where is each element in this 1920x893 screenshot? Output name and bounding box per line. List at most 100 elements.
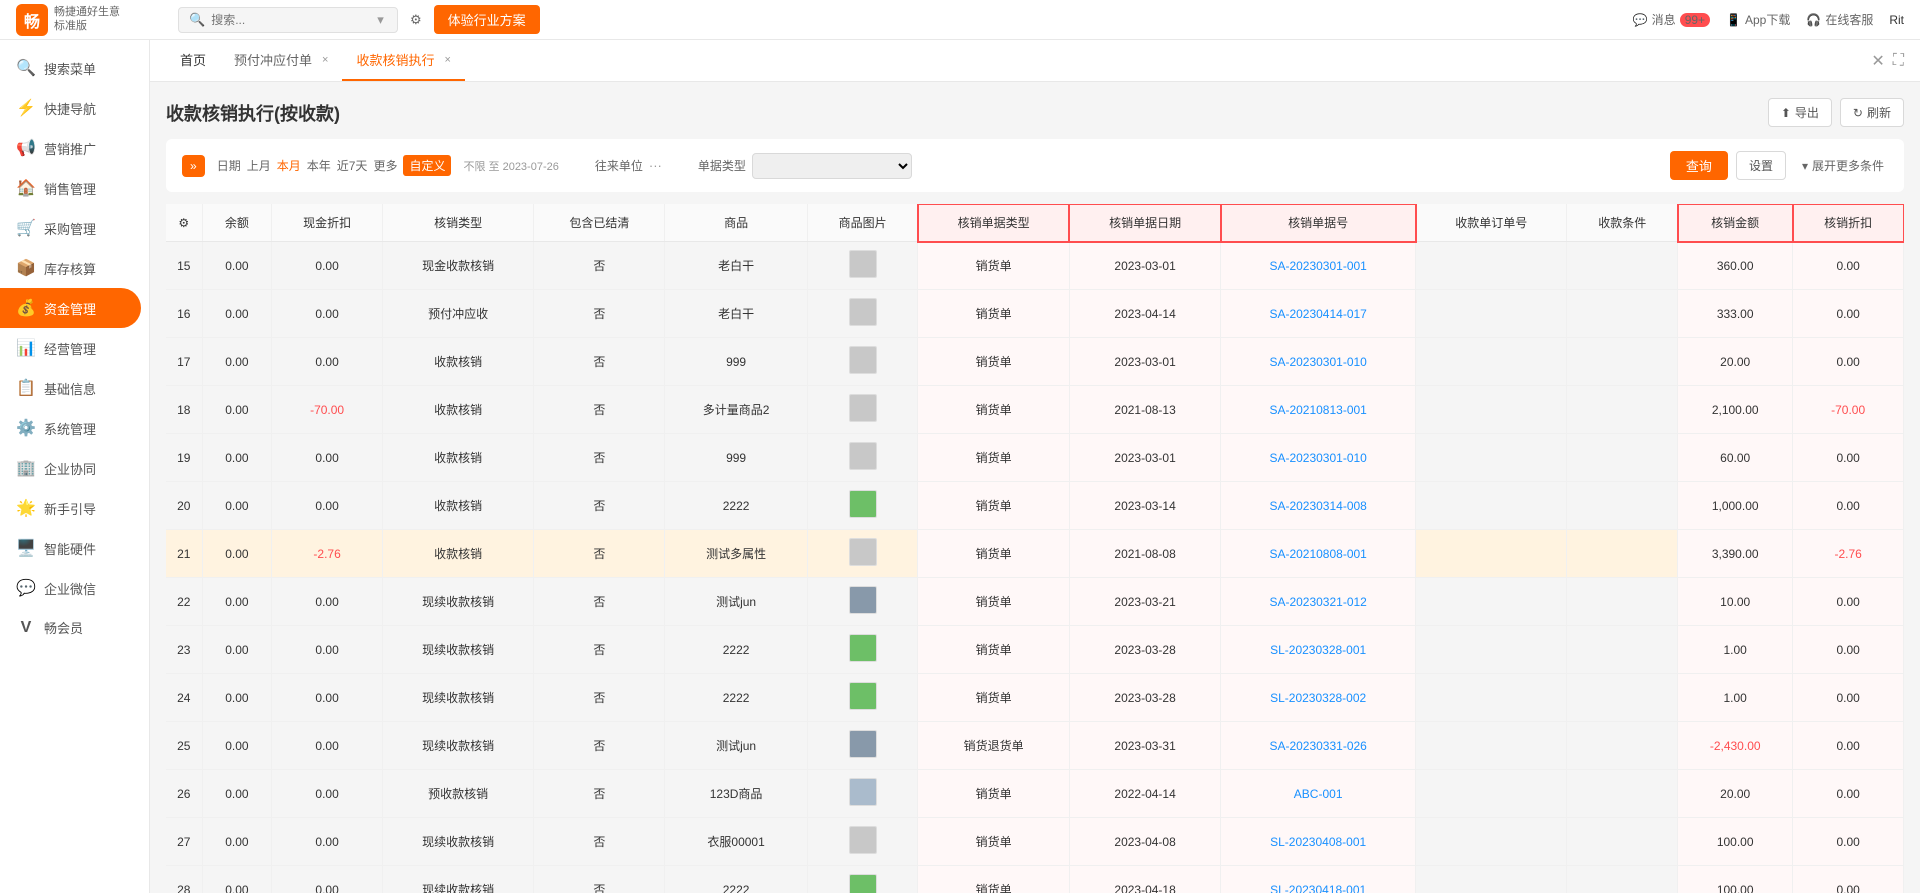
bill-no-link[interactable]: SA-20230301-001 [1269, 259, 1366, 273]
bill-no-link[interactable]: SL-20230328-001 [1270, 643, 1366, 657]
cell-include-settled: 否 [534, 770, 665, 818]
sidebar-item-basic[interactable]: 📋 基础信息 [0, 368, 149, 408]
cell-write-off-type: 现续收款核销 [382, 626, 533, 674]
cell-receipt-bill-no[interactable]: SL-20230328-001 [1221, 626, 1416, 674]
cell-cash-discount: 0.00 [272, 242, 383, 290]
cell-receipt-bill-no[interactable]: SA-20230331-026 [1221, 722, 1416, 770]
bill-no-link[interactable]: SA-20230301-010 [1269, 355, 1366, 369]
tab-home[interactable]: 首页 [166, 40, 220, 81]
app-download-link[interactable]: 📱 App下载 [1726, 11, 1790, 28]
sidebar-item-sales[interactable]: 🏠 销售管理 [0, 168, 149, 208]
bill-no-link[interactable]: SA-20230314-008 [1269, 499, 1366, 513]
cell-receipt-bill-no[interactable]: ABC-001 [1221, 770, 1416, 818]
cell-receipt-bill-type: 销货单 [918, 530, 1069, 578]
cell-receipt-bill-no[interactable]: SL-20230408-001 [1221, 818, 1416, 866]
cell-receipt-order-no [1416, 674, 1567, 722]
tab-receipt-writeoff[interactable]: 收款核销执行 × [342, 40, 464, 81]
tab-prepay[interactable]: 预付冲应付单 × [220, 40, 342, 81]
refresh-button[interactable]: ↻ 刷新 [1840, 98, 1904, 127]
bill-no-link[interactable]: SA-20230331-026 [1269, 739, 1366, 753]
cell-id: 19 [166, 434, 202, 482]
cell-write-off-discount: 0.00 [1793, 674, 1904, 722]
sidebar-item-inventory[interactable]: 📦 库存核算 [0, 248, 149, 288]
sidebar-item-member[interactable]: V 畅会员 [0, 608, 149, 647]
cell-write-off-type: 现金收款核销 [382, 242, 533, 290]
sidebar-item-enterprise[interactable]: 🏢 企业协同 [0, 448, 149, 488]
cell-receipt-bill-no[interactable]: SA-20210813-001 [1221, 386, 1416, 434]
tab-close-icon[interactable]: × [444, 54, 450, 66]
cell-receipt-bill-no[interactable]: SL-20230418-001 [1221, 866, 1416, 893]
bill-no-link[interactable]: SA-20210808-001 [1269, 547, 1366, 561]
sidebar-item-operations[interactable]: 📊 经营管理 [0, 328, 149, 368]
cell-receipt-bill-type: 销货单 [918, 482, 1069, 530]
cell-receipt-order-no [1416, 866, 1567, 893]
bill-no-link[interactable]: SL-20230418-001 [1270, 883, 1366, 893]
cell-receipt-bill-no[interactable]: SA-20230301-001 [1221, 242, 1416, 290]
cell-receipt-bill-no[interactable]: SA-20230414-017 [1221, 290, 1416, 338]
cell-receipt-bill-no[interactable]: SA-20230301-010 [1221, 338, 1416, 386]
sidebar-item-wechat[interactable]: 💬 企业微信 [0, 568, 149, 608]
cell-product: 999 [665, 434, 807, 482]
sidebar-item-system[interactable]: ⚙️ 系统管理 [0, 408, 149, 448]
sidebar-item-purchase[interactable]: 🛒 采购管理 [0, 208, 149, 248]
export-button[interactable]: ⬆ 导出 [1768, 98, 1832, 127]
settings-icon[interactable]: ⚙ [410, 12, 422, 28]
cell-receipt-bill-date: 2023-03-28 [1069, 626, 1220, 674]
date-opt-this-month[interactable]: 本月 [277, 157, 301, 174]
close-tab-button[interactable]: ✕ [1871, 51, 1884, 71]
bill-type-select[interactable] [752, 153, 912, 179]
date-opt-custom[interactable]: 自定义 [403, 155, 451, 176]
query-button[interactable]: 查询 [1670, 151, 1728, 180]
bill-no-link[interactable]: SL-20230328-002 [1270, 691, 1366, 705]
bill-no-link[interactable]: SL-20230408-001 [1270, 835, 1366, 849]
date-opt-more[interactable]: 更多 [373, 157, 397, 174]
expand-tab-button[interactable]: ⛶ [1893, 52, 1904, 70]
cell-receipt-bill-no[interactable]: SA-20230314-008 [1221, 482, 1416, 530]
cell-receipt-order-no [1416, 626, 1567, 674]
bill-no-link[interactable]: ABC-001 [1294, 787, 1343, 801]
date-opt-last-month[interactable]: 上月 [247, 157, 271, 174]
industry-solution-button[interactable]: 体验行业方案 [434, 5, 540, 34]
col-include-settled: 包含已结清 [534, 204, 665, 242]
bill-no-link[interactable]: SA-20230301-010 [1269, 451, 1366, 465]
filter-expand-button[interactable]: » [182, 155, 205, 177]
messages-link[interactable]: 💬 消息 99+ [1633, 11, 1710, 28]
cell-receipt-bill-no[interactable]: SL-20230328-002 [1221, 674, 1416, 722]
sidebar-item-label: 智能硬件 [44, 539, 96, 558]
cell-cash-discount: 0.00 [272, 674, 383, 722]
cell-id: 16 [166, 290, 202, 338]
cell-receipt-bill-no[interactable]: SA-20230301-010 [1221, 434, 1416, 482]
cell-receipt-bill-date: 2023-04-08 [1069, 818, 1220, 866]
bill-no-link[interactable]: SA-20230414-017 [1269, 307, 1366, 321]
bill-no-link[interactable]: SA-20210813-001 [1269, 403, 1366, 417]
date-opt-7days[interactable]: 近7天 [337, 157, 368, 174]
tab-close-icon[interactable]: × [322, 54, 328, 66]
setting-button[interactable]: 设置 [1736, 151, 1786, 180]
cell-id: 23 [166, 626, 202, 674]
sidebar-item-marketing[interactable]: 📢 营销推广 [0, 128, 149, 168]
col-gear[interactable]: ⚙ [166, 204, 202, 242]
sidebar-item-hardware[interactable]: 🖥️ 智能硬件 [0, 528, 149, 568]
page-title: 收款核销执行(按收款) [166, 100, 340, 126]
sidebar-item-quick[interactable]: ⚡ 快捷导航 [0, 88, 149, 128]
cell-receipt-bill-no[interactable]: SA-20210808-001 [1221, 530, 1416, 578]
sidebar-item-guide[interactable]: 🌟 新手引导 [0, 488, 149, 528]
sidebar-item-finance[interactable]: 💰 资金管理 [0, 288, 141, 328]
cell-include-settled: 否 [534, 818, 665, 866]
cell-id: 26 [166, 770, 202, 818]
sidebar-item-label: 基础信息 [44, 379, 96, 398]
cell-receipt-bill-no[interactable]: SA-20230321-012 [1221, 578, 1416, 626]
cell-write-off-amount: 2,100.00 [1678, 386, 1793, 434]
sidebar-item-search[interactable]: 🔍 搜索菜单 [0, 48, 149, 88]
top-search-input[interactable] [211, 13, 371, 27]
export-icon: ⬆ [1781, 106, 1791, 120]
top-search-box[interactable]: 🔍 ▾ [178, 7, 398, 33]
cell-write-off-discount: 0.00 [1793, 338, 1904, 386]
online-service-link[interactable]: 🎧 在线客服 [1806, 11, 1873, 28]
date-opt-this-year[interactable]: 本年 [307, 157, 331, 174]
user-name[interactable]: Rit [1889, 13, 1904, 27]
expand-more-conditions[interactable]: ▾ 展开更多条件 [1798, 153, 1888, 178]
table-row: 25 0.00 0.00 现续收款核销 否 测试jun 销货退货单 2023-0… [166, 722, 1904, 770]
bill-no-link[interactable]: SA-20230321-012 [1269, 595, 1366, 609]
cell-balance: 0.00 [202, 770, 272, 818]
